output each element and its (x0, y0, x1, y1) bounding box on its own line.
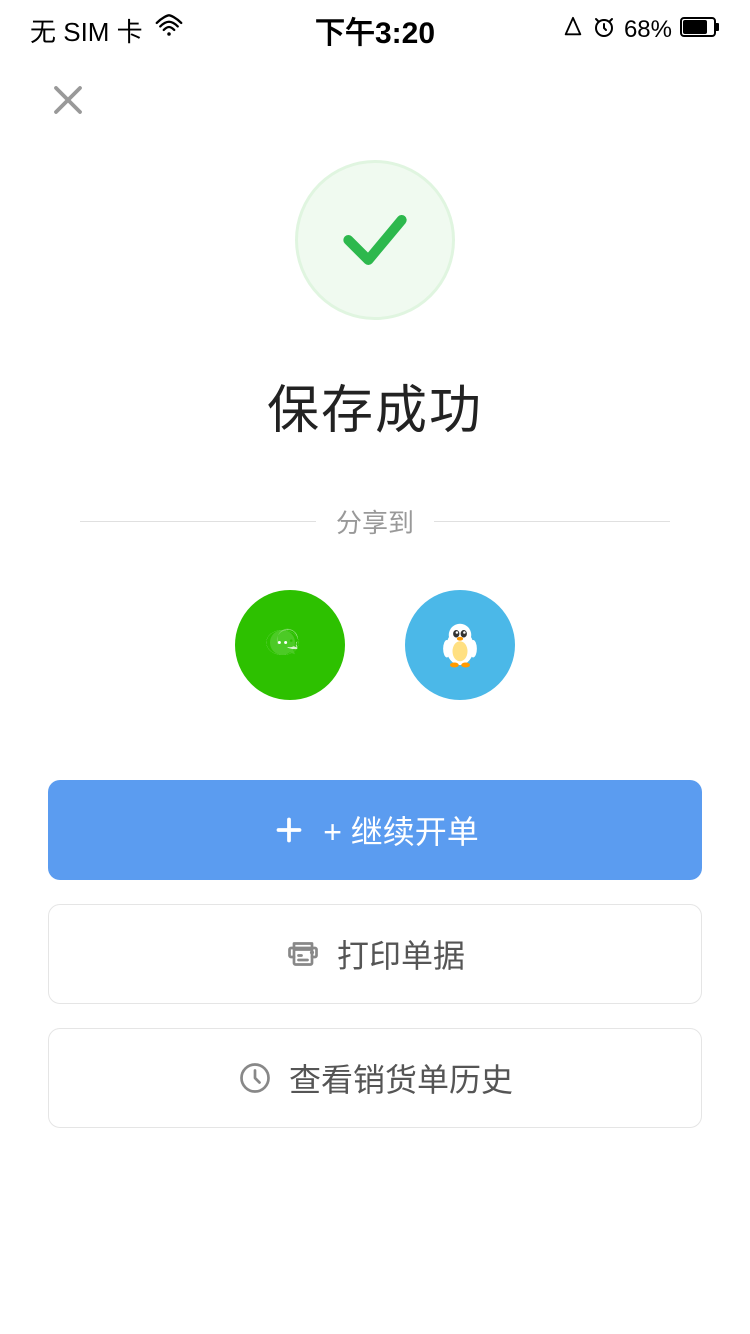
success-circle (295, 160, 455, 320)
history-button[interactable]: 查看销货单历史 (48, 1028, 702, 1128)
close-button[interactable] (40, 72, 96, 128)
share-icons-container (235, 590, 515, 700)
qq-share-button[interactable] (405, 590, 515, 700)
success-title: 保存成功 (267, 368, 483, 443)
status-bar: 无 SIM 卡 下午3:20 68% (0, 0, 750, 60)
plus-icon (271, 812, 307, 848)
print-button[interactable]: 打印单据 (48, 904, 702, 1004)
battery-percent: 68% (624, 16, 672, 44)
divider-line-left (80, 521, 316, 522)
print-label: 打印单据 (337, 931, 465, 977)
actions-container: + 继续开单 打印单据 查看销货单历史 (0, 780, 750, 1128)
continue-button[interactable]: + 继续开单 (48, 780, 702, 880)
status-time: 下午3:20 (315, 8, 435, 52)
alarm-icon (592, 15, 616, 46)
history-label: 查看销货单历史 (289, 1055, 513, 1101)
location-icon (562, 16, 584, 45)
divider-line-right (434, 521, 670, 522)
share-divider: 分享到 (0, 503, 750, 540)
main-content: 保存成功 分享到 (0, 60, 750, 1128)
divider-text: 分享到 (336, 503, 414, 540)
continue-label: + 继续开单 (323, 807, 479, 853)
wifi-icon (155, 13, 183, 48)
history-icon (237, 1060, 273, 1096)
status-right: 68% (562, 15, 720, 46)
sim-label: 无 SIM 卡 (30, 12, 143, 49)
wechat-share-button[interactable] (235, 590, 345, 700)
battery-icon (680, 16, 720, 45)
status-left: 无 SIM 卡 (30, 12, 183, 49)
print-icon (285, 936, 321, 972)
